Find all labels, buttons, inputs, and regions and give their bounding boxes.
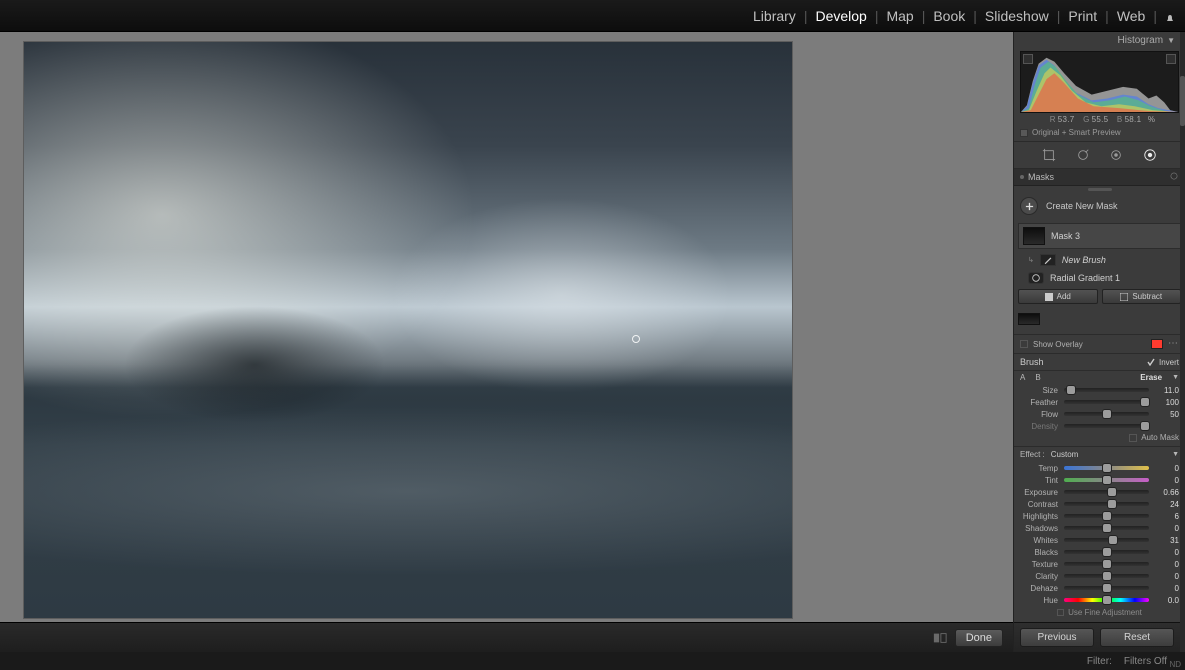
preview-image[interactable] [24,42,792,618]
module-tab-print[interactable]: Print [1066,8,1099,24]
crop-tool-icon[interactable] [1042,148,1056,162]
show-overlay-checkbox[interactable] [1020,340,1028,348]
mask-item-mask3[interactable]: Mask 3 [1018,223,1181,249]
brush-preset-a[interactable]: A [1020,373,1025,382]
slider-density[interactable]: Density [1014,420,1185,432]
canvas-toolbar: Done [0,622,1013,652]
auto-mask-toggle[interactable]: Auto Mask [1014,432,1185,447]
module-tab-develop[interactable]: Develop [813,8,868,24]
mask-component-new-brush[interactable]: ↳ New Brush [1018,253,1181,267]
brush-section-label: Brush [1020,357,1044,367]
mask-subtract-button[interactable]: Subtract [1102,289,1182,304]
mask-thumb [1023,227,1045,245]
add-icon [1045,293,1053,301]
overlay-menu-icon[interactable]: ⋯ [1168,340,1179,348]
workspace: Done Histogram▼ R53.7 G55.5 B58.1 % [0,32,1185,652]
slider-dehaze[interactable]: Dehaze0 [1014,582,1185,594]
module-tab-web[interactable]: Web [1115,8,1148,24]
slider-size[interactable]: Size11.0 [1014,384,1185,396]
plus-icon [1020,197,1038,215]
slider-texture[interactable]: Texture0 [1014,558,1185,570]
slider-shadows[interactable]: Shadows0 [1014,522,1185,534]
slider-whites[interactable]: Whites31 [1014,534,1185,546]
brush-preset-b[interactable]: B [1035,373,1040,382]
brush-options-icon[interactable]: ▼ [1172,374,1179,381]
module-tab-book[interactable]: Book [931,8,967,24]
smart-preview-indicator[interactable]: Original + Smart Preview [1014,126,1185,141]
redeye-tool-icon[interactable] [1109,148,1123,162]
slider-exposure[interactable]: Exposure0.66 [1014,486,1185,498]
slider-temp[interactable]: Temp0 [1014,462,1185,474]
reset-button[interactable]: Reset [1100,628,1174,647]
filters-off-label[interactable]: Filters Off [1124,656,1167,667]
notification-icon[interactable] [1165,11,1175,21]
effect-label: Effect : [1020,450,1045,459]
before-after-icon[interactable] [933,631,947,645]
histogram[interactable] [1020,51,1179,113]
slider-clarity[interactable]: Clarity0 [1014,570,1185,582]
module-picker: Library|Develop|Map|Book|Slideshow|Print… [0,0,1185,32]
masking-tool-icon[interactable] [1143,148,1157,162]
create-new-mask[interactable]: Create New Mask [1018,193,1181,219]
invert-toggle[interactable]: Invert [1147,358,1179,367]
right-panel: Histogram▼ R53.7 G55.5 B58.1 % Original … [1013,32,1185,652]
module-tab-library[interactable]: Library [751,8,798,24]
brush-erase[interactable]: Erase [1140,373,1162,382]
filmstrip-footer: Filter: Filters Off ND [0,652,1185,670]
brush-icon [1040,254,1056,266]
panel-scrollbar[interactable] [1180,32,1185,652]
watermark: ND [1169,660,1181,669]
mask-component-radial[interactable]: Radial Gradient 1 [1018,271,1181,285]
local-tools-row [1014,141,1185,169]
slider-highlights[interactable]: Highlights6 [1014,510,1185,522]
effect-preset-picker[interactable]: Custom [1051,450,1079,459]
module-tab-slideshow[interactable]: Slideshow [983,8,1051,24]
rgb-readout: R53.7 G55.5 B58.1 % [1014,113,1185,126]
effect-collapse-icon[interactable]: ▼ [1172,451,1179,458]
filter-label: Filter: [1087,656,1112,667]
radial-icon [1028,272,1044,284]
slider-blacks[interactable]: Blacks0 [1014,546,1185,558]
brush-cursor [632,335,640,343]
overlay-color-chip[interactable] [1151,339,1163,349]
heal-tool-icon[interactable] [1076,148,1090,162]
panel-drag-handle[interactable] [1014,186,1185,193]
canvas-area: Done [0,32,1013,652]
module-tab-map[interactable]: Map [884,8,915,24]
slider-feather[interactable]: Feather100 [1014,396,1185,408]
previous-button[interactable]: Previous [1020,628,1094,647]
mask-add-button[interactable]: Add [1018,289,1098,304]
subtract-icon [1120,293,1128,301]
done-button[interactable]: Done [955,629,1003,647]
mask-item-collapsed[interactable] [1018,310,1181,328]
masks-panel-header[interactable]: Masks [1014,169,1185,186]
show-overlay-row[interactable]: Show Overlay ⋯ [1014,335,1185,354]
masks-list: Create New Mask Mask 3 ↳ New Brush Radia… [1014,193,1185,335]
slider-flow[interactable]: Flow50 [1014,408,1185,420]
histogram-header[interactable]: Histogram▼ [1014,32,1185,49]
use-fine-adjustment[interactable]: Use Fine Adjustment [1014,606,1185,617]
mask-thumb [1018,313,1040,325]
masks-settings-icon[interactable] [1169,171,1179,181]
slider-hue[interactable]: Hue0.0 [1014,594,1185,606]
slider-contrast[interactable]: Contrast24 [1014,498,1185,510]
slider-tint[interactable]: Tint0 [1014,474,1185,486]
